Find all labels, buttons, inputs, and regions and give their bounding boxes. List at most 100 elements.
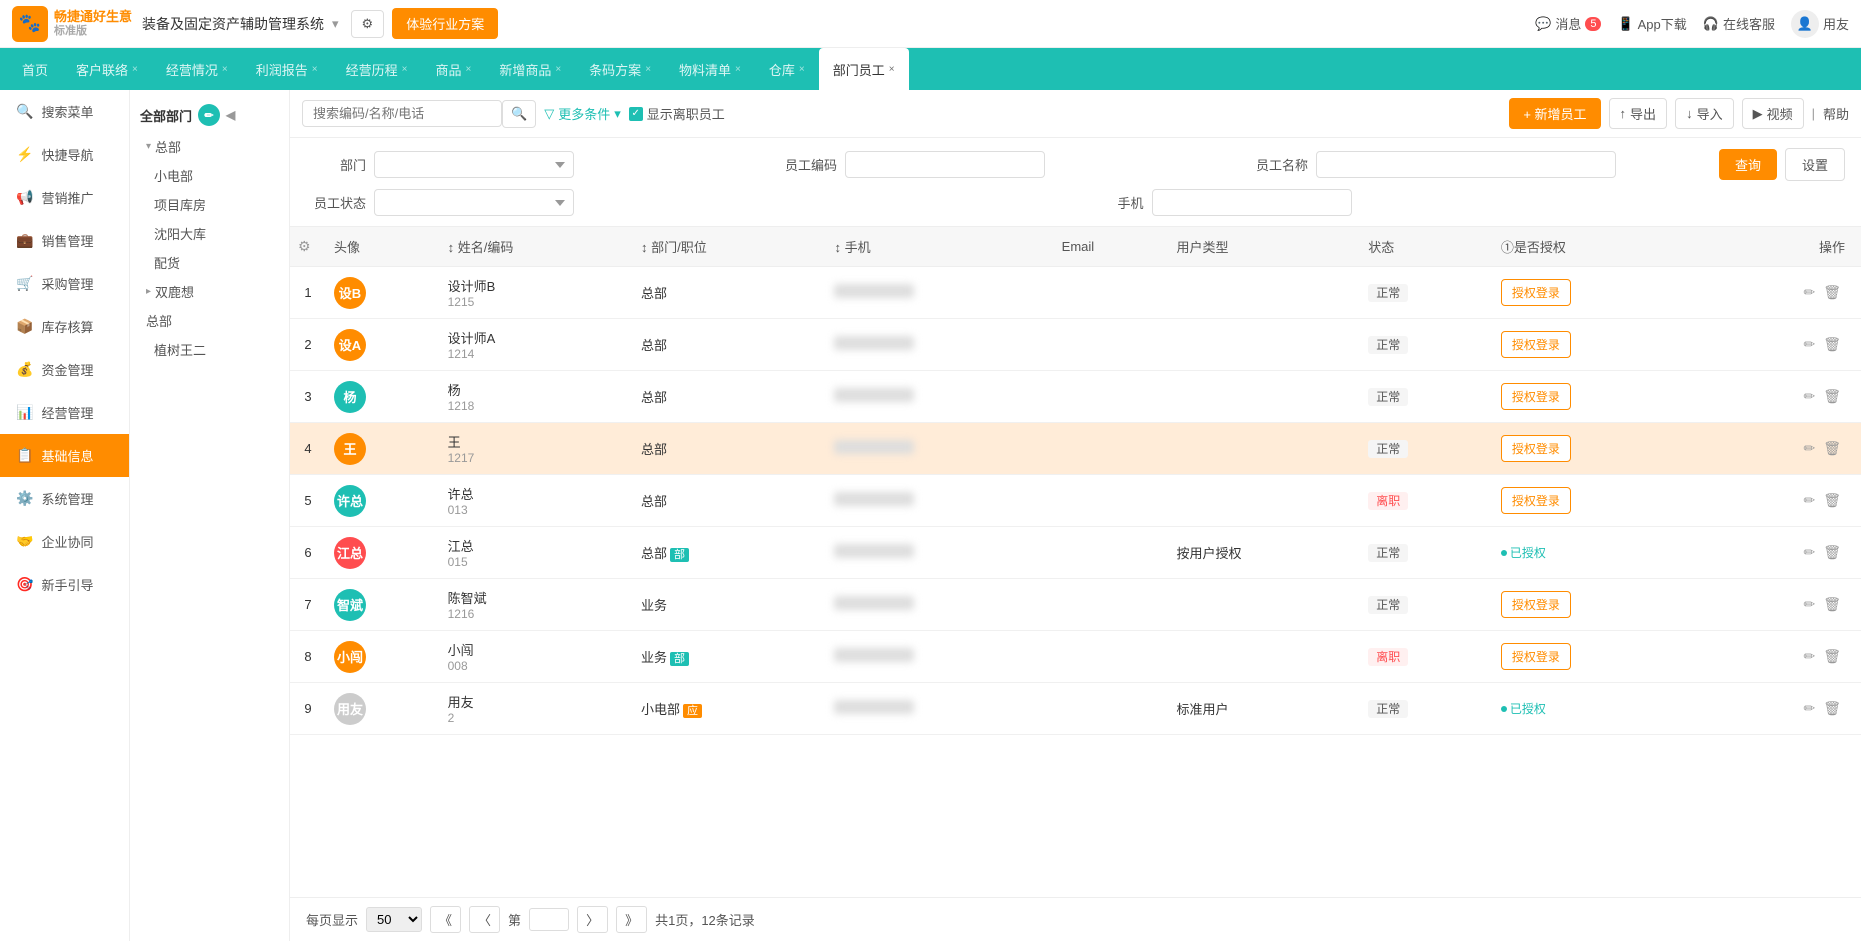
gear-button[interactable]: ⚙ [351, 10, 385, 38]
auth-button[interactable]: 授权登录 [1501, 383, 1571, 410]
page-number-input[interactable]: 1 [529, 908, 569, 931]
user-avatar[interactable]: 👤 用友 [1791, 10, 1849, 38]
edit-button[interactable]: ✏ [1799, 646, 1819, 667]
navtab-物料清单[interactable]: 物料清单 × [665, 48, 755, 90]
auth-button[interactable]: 授权登录 [1501, 279, 1571, 306]
sidebar-item-销售管理[interactable]: 💼销售管理 [0, 219, 129, 262]
auth-button[interactable]: 授权登录 [1501, 643, 1571, 670]
employee-code-input[interactable] [845, 151, 1045, 178]
navtab-close-物料清单[interactable]: × [735, 64, 741, 75]
navtab-仓库[interactable]: 仓库 × [755, 48, 819, 90]
auth-button[interactable]: 授权登录 [1501, 487, 1571, 514]
help-label[interactable]: 帮助 [1823, 104, 1849, 123]
employee-name-input[interactable] [1316, 151, 1616, 178]
delete-button[interactable]: 🗑 [1819, 594, 1845, 615]
experience-button[interactable]: 体验行业方案 [392, 8, 498, 39]
delete-button[interactable]: 🗑 [1819, 698, 1845, 719]
dept-node-总部[interactable]: ▾总部 [130, 132, 289, 161]
navtab-经营历程[interactable]: 经营历程 × [332, 48, 422, 90]
filter-more-button[interactable]: ▽ 更多条件 ▾ [544, 104, 621, 123]
navtab-close-新增商品[interactable]: × [555, 64, 561, 75]
first-page-button[interactable]: 《 [430, 906, 461, 933]
dept-node-总部[interactable]: 总部 [130, 306, 289, 335]
sidebar-item-营销推广[interactable]: 📢营销推广 [0, 176, 129, 219]
dept-collapse-button[interactable]: ◀ [226, 108, 235, 122]
edit-button[interactable]: ✏ [1799, 386, 1819, 407]
navtab-条码方案[interactable]: 条码方案 × [575, 48, 665, 90]
edit-button[interactable]: ✏ [1799, 594, 1819, 615]
sidebar-item-企业协同[interactable]: 🤝企业协同 [0, 520, 129, 563]
employee-name: 用友 [448, 692, 625, 711]
auth-button[interactable]: 授权登录 [1501, 591, 1571, 618]
search-input[interactable] [302, 100, 502, 127]
delete-button[interactable]: 🗑 [1819, 438, 1845, 459]
sidebar-item-新手引导[interactable]: 🎯新手引导 [0, 563, 129, 606]
navtab-close-商品[interactable]: × [465, 64, 471, 75]
sidebar-item-经营管理[interactable]: 📊经营管理 [0, 391, 129, 434]
dept-node-配货[interactable]: 配货 [130, 248, 289, 277]
sidebar-item-搜索菜单[interactable]: 🔍搜索菜单 [0, 90, 129, 133]
online-service-button[interactable]: 🎧 在线客服 [1703, 14, 1775, 33]
dropdown-arrow[interactable]: ▾ [332, 16, 339, 32]
navtab-close-经营情况[interactable]: × [222, 64, 228, 75]
sidebar-item-资金管理[interactable]: 💰资金管理 [0, 348, 129, 391]
navtab-close-利润报告[interactable]: × [312, 64, 318, 75]
dept-node-小电部[interactable]: 小电部 [130, 161, 289, 190]
navtab-商品[interactable]: 商品 × [421, 48, 485, 90]
last-page-button[interactable]: 》 [616, 906, 647, 933]
export-button[interactable]: ↑ 导出 [1609, 98, 1668, 129]
show-resigned-toggle[interactable]: ✓ 显示离职员工 [629, 104, 725, 123]
delete-button[interactable]: 🗑 [1819, 542, 1845, 563]
add-employee-button[interactable]: + 新增员工 [1509, 98, 1600, 129]
dept-node-沈阳大库[interactable]: 沈阳大库 [130, 219, 289, 248]
prev-page-button[interactable]: 〈 [469, 906, 500, 933]
navtab-close-经营历程[interactable]: × [402, 64, 408, 75]
import-button[interactable]: ↓ 导入 [1675, 98, 1734, 129]
navtab-经营情况[interactable]: 经营情况 × [152, 48, 242, 90]
dept-node-双鹿想[interactable]: ▸双鹿想 [130, 277, 289, 306]
navtab-首页[interactable]: 首页 [8, 48, 62, 90]
edit-button[interactable]: ✏ [1799, 334, 1819, 355]
show-resigned-checkbox[interactable]: ✓ [629, 107, 643, 121]
view-button[interactable]: ▶ 视频 [1742, 98, 1804, 129]
sidebar-item-基础信息[interactable]: 📋基础信息 [0, 434, 129, 477]
sidebar-item-库存核算[interactable]: 📦库存核算 [0, 305, 129, 348]
search-button[interactable]: 🔍 [502, 100, 536, 128]
delete-button[interactable]: 🗑 [1819, 282, 1845, 303]
set-button[interactable]: 设置 [1785, 148, 1845, 181]
sidebar-item-快捷导航[interactable]: ⚡快捷导航 [0, 133, 129, 176]
edit-button[interactable]: ✏ [1799, 438, 1819, 459]
delete-button[interactable]: 🗑 [1819, 334, 1845, 355]
delete-button[interactable]: 🗑 [1819, 490, 1845, 511]
auth-button[interactable]: 授权登录 [1501, 331, 1571, 358]
edit-button[interactable]: ✏ [1799, 698, 1819, 719]
dept-node-项目库房[interactable]: 项目库房 [130, 190, 289, 219]
messages-button[interactable]: 💬 消息 5 [1535, 14, 1601, 33]
employee-status-select[interactable] [374, 189, 574, 216]
dept-node-植树王二[interactable]: 植树王二 [130, 335, 289, 364]
edit-button[interactable]: ✏ [1799, 282, 1819, 303]
per-page-select[interactable]: 50 100 [366, 907, 422, 932]
phone-input[interactable] [1152, 189, 1352, 216]
delete-button[interactable]: 🗑 [1819, 646, 1845, 667]
edit-button[interactable]: ✏ [1799, 490, 1819, 511]
delete-button[interactable]: 🗑 [1819, 386, 1845, 407]
navtab-新增商品[interactable]: 新增商品 × [485, 48, 575, 90]
column-settings-icon[interactable]: ⚙ [298, 238, 311, 254]
navtab-close-仓库[interactable]: × [799, 64, 805, 75]
sidebar-item-采购管理[interactable]: 🛒采购管理 [0, 262, 129, 305]
dept-edit-button[interactable]: ✏ [198, 104, 220, 126]
query-button[interactable]: 查询 [1719, 149, 1777, 180]
navtab-利润报告[interactable]: 利润报告 × [242, 48, 332, 90]
edit-button[interactable]: ✏ [1799, 542, 1819, 563]
sidebar-item-系统管理[interactable]: ⚙️系统管理 [0, 477, 129, 520]
auth-button[interactable]: 授权登录 [1501, 435, 1571, 462]
next-page-button[interactable]: 〉 [577, 906, 608, 933]
navtab-客户联络[interactable]: 客户联络 × [62, 48, 152, 90]
app-download-button[interactable]: 📱 App下载 [1617, 14, 1686, 33]
navtab-close-部门员工[interactable]: × [889, 64, 895, 75]
navtab-部门员工[interactable]: 部门员工 × [819, 48, 909, 90]
navtab-close-客户联络[interactable]: × [132, 64, 138, 75]
navtab-close-条码方案[interactable]: × [645, 64, 651, 75]
dept-filter-select[interactable] [374, 151, 574, 178]
